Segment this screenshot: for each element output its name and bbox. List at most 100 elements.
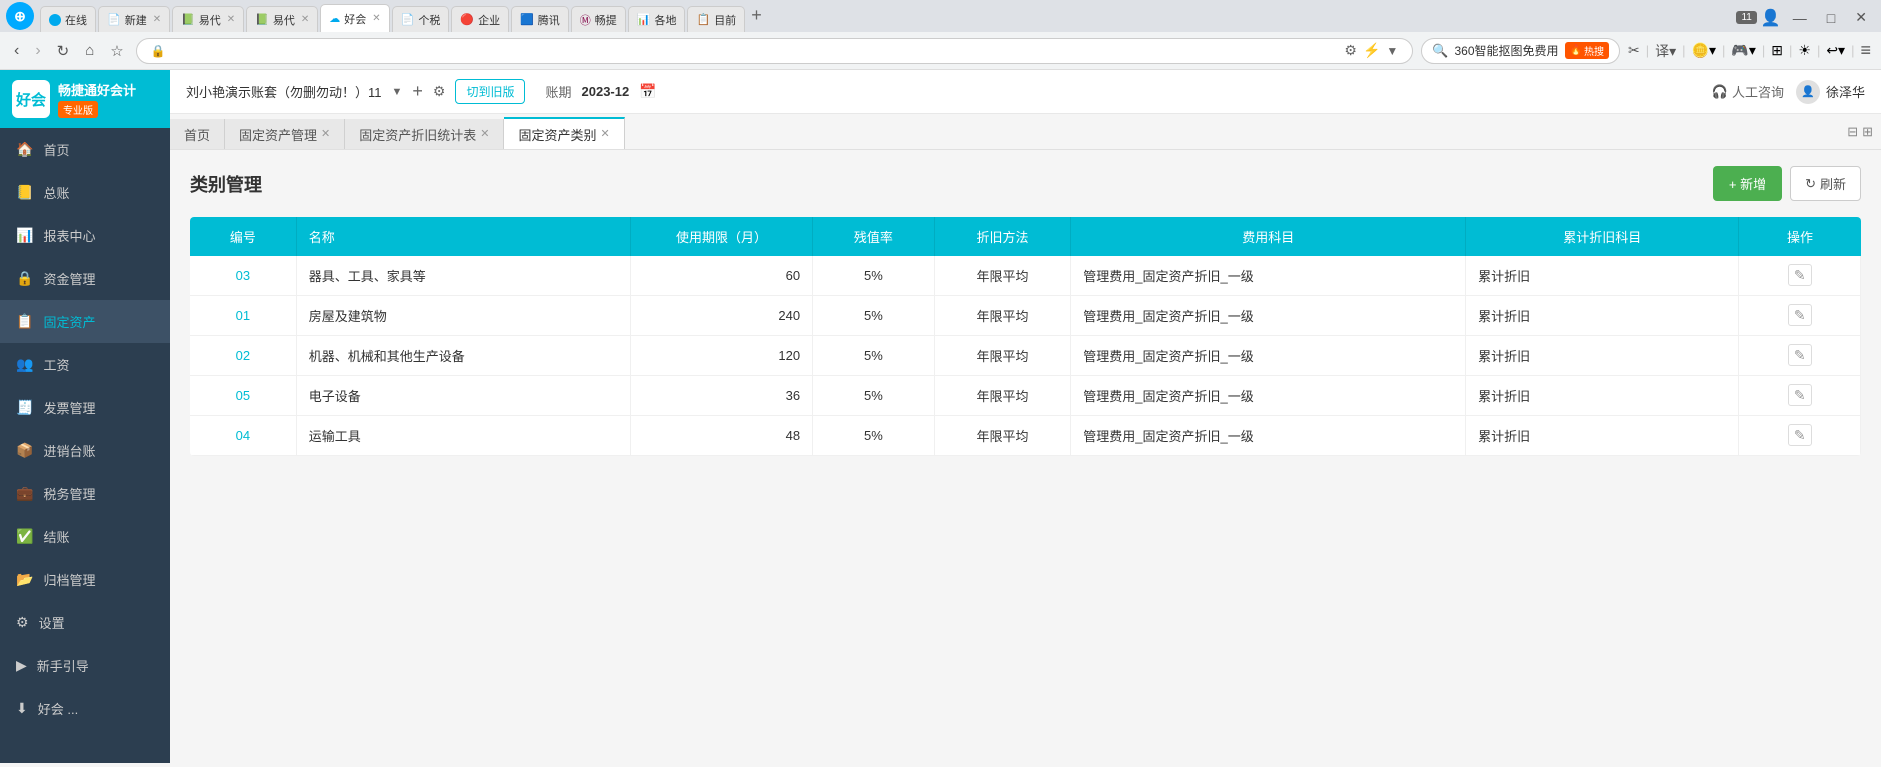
cut-icon[interactable]: ✂ [1628,42,1640,59]
sidebar-label-report: 报表中心 [43,226,95,245]
sidebar-label-fund: 资金管理 [43,269,95,288]
new-tab-button[interactable]: + [747,5,766,26]
period-label: 账期 [545,82,571,101]
settings-gear-button[interactable]: ⚙ [433,83,446,100]
grid-icon[interactable]: ⊞ [1771,42,1783,59]
sidebar-item-report[interactable]: 📊 报表中心 [0,214,170,257]
cell-method-1: 年限平均 [934,296,1071,336]
brightness-icon[interactable]: ☀ [1798,42,1811,59]
boost-icon[interactable]: ⚡ [1363,42,1380,59]
switch-version-button[interactable]: 切到旧版 [455,79,525,104]
close-button[interactable]: ✕ [1847,7,1875,28]
maximize-button[interactable]: □ [1819,8,1843,28]
cell-period-3: 36 [630,376,812,416]
archive-icon: 📂 [16,571,33,588]
add-button[interactable]: + 新增 [1713,166,1782,201]
translate-btn[interactable]: 译▾ [1655,41,1676,61]
fixed-icon: 📋 [16,313,33,330]
tab-qiye[interactable]: 🔴 企业 [451,6,509,32]
refresh-button[interactable]: ↻ 刷新 [1790,166,1861,201]
tab-gedi[interactable]: 📊 各地 [628,6,686,32]
url-input[interactable]: https://cloud.chanjet.com/accounting/uw1… [172,44,1339,58]
sidebar-item-settings[interactable]: ⚙ 设置 [0,601,170,644]
page-tab-fixed-mgmt[interactable]: 固定资产管理 ✕ [225,119,345,149]
sidebar-item-salary[interactable]: 👥 工资 [0,343,170,386]
cell-accumulated-4: 累计折旧 [1466,416,1739,456]
tab-zaixian[interactable]: 在线 [40,6,96,32]
cell-code-2: 02 [190,336,296,376]
sidebar-item-invoice[interactable]: 🧾 发票管理 [0,386,170,429]
sidebar-label-salary: 工资 [43,355,69,374]
close-category-tab[interactable]: ✕ [601,129,610,140]
add-company-button[interactable]: + [412,81,423,102]
sidebar-item-ledger[interactable]: 📒 总账 [0,171,170,214]
undo-icon[interactable]: ↩▾ [1826,42,1845,59]
sidebar-item-tax[interactable]: 💼 税务管理 [0,472,170,515]
tab-new[interactable]: 📄 新建 ✕ [98,6,170,32]
tab-tengxun[interactable]: 🟦 腾讯 [511,6,569,32]
page-tab-category[interactable]: 固定资产类别 ✕ [504,117,624,149]
home-button[interactable]: ⌂ [81,38,98,63]
calendar-icon[interactable]: 📅 [639,83,656,100]
cell-accumulated-2: 累计折旧 [1466,336,1739,376]
sidebar-item-guide[interactable]: ▶ 新手引导 [0,644,170,687]
sidebar-item-fixed[interactable]: 📋 固定资产 [0,300,170,343]
salary-icon: 👥 [16,356,33,373]
forward-button[interactable]: › [31,38,44,64]
page-tab-home[interactable]: 首页 [170,119,225,149]
sidebar-item-home[interactable]: 🏠 首页 [0,128,170,171]
edit-icon-4[interactable]: ✎ [1788,424,1812,446]
dropdown-icon[interactable]: ▼ [392,86,403,98]
cell-action-1: ✎ [1739,296,1861,336]
settle-icon: ✅ [16,528,33,545]
cell-action-2: ✎ [1739,336,1861,376]
cell-method-2: 年限平均 [934,336,1071,376]
minimize-button[interactable]: — [1785,8,1815,28]
cell-name-0: 器具、工具、家具等 [296,256,630,296]
cell-residual-2: 5% [813,336,934,376]
bookmark-button[interactable]: ☆ [106,38,127,64]
user-info[interactable]: 👤 徐泽华 [1796,80,1865,104]
sidebar-item-archive[interactable]: 📂 归档管理 [0,558,170,601]
sidebar-item-stock[interactable]: 📦 进销台账 [0,429,170,472]
tab-muqian[interactable]: 📋 目前 [687,6,745,32]
edit-icon-2[interactable]: ✎ [1788,344,1812,366]
col-name: 名称 [296,217,630,256]
dropdown-arrow-icon[interactable]: ▼ [1386,44,1398,58]
page-tab-category-label: 固定资产类别 [518,125,596,144]
site-menu-icon[interactable]: ⚙ [1344,42,1357,59]
coin-icon[interactable]: 🪙▾ [1692,42,1716,59]
close-fixed-mgmt-tab[interactable]: ✕ [321,129,330,140]
sidebar-item-more[interactable]: ⬇ 好会 ... [0,687,170,730]
restore-window-button[interactable]: ⊟ [1847,124,1858,140]
tab-changtui[interactable]: Ⓜ 畅提 [571,6,626,32]
table-row: 04 运输工具 48 5% 年限平均 管理费用_固定资产折旧_一级 累计折旧 ✎ [190,416,1861,456]
tab-haohui[interactable]: ☁ 好会 ✕ [320,4,389,32]
close-depreciation-tab[interactable]: ✕ [480,129,489,140]
table-header-row: 编号 名称 使用期限（月） 残值率 折旧方法 费用科目 累计折旧科目 操作 [190,217,1861,256]
profile-icon[interactable]: 👤 [1761,8,1781,28]
cell-residual-1: 5% [813,296,934,336]
edit-icon-0[interactable]: ✎ [1788,264,1812,286]
cell-code-1: 01 [190,296,296,336]
logo-sub: 专业版 [58,101,98,118]
page-tab-depreciation[interactable]: 固定资产折旧统计表 ✕ [345,119,504,149]
back-button[interactable]: ‹ [10,38,23,64]
tab-yidai-1[interactable]: 📗 易代 ✕ [172,6,244,32]
edit-icon-3[interactable]: ✎ [1788,384,1812,406]
cell-expense-1: 管理费用_固定资产折旧_一级 [1071,296,1466,336]
edit-icon-1[interactable]: ✎ [1788,304,1812,326]
game-icon[interactable]: 🎮▾ [1731,42,1755,59]
search-box[interactable]: 🔍 360智能抠图免费用 🔥 热搜 [1421,38,1620,64]
tab-yidai-2[interactable]: 📗 易代 ✕ [246,6,318,32]
sidebar-item-fund[interactable]: 🔒 资金管理 [0,257,170,300]
menu-button[interactable]: ≡ [1860,40,1871,61]
tab-geshui[interactable]: 📄 个税 [392,6,450,32]
expand-window-button[interactable]: ⊞ [1862,124,1873,140]
support-btn[interactable]: 🎧 人工咨询 [1712,82,1784,101]
sidebar-item-settle[interactable]: ✅ 结账 [0,515,170,558]
table-row: 05 电子设备 36 5% 年限平均 管理费用_固定资产折旧_一级 累计折旧 ✎ [190,376,1861,416]
address-bar[interactable]: 🔒 https://cloud.chanjet.com/accounting/u… [136,38,1414,64]
cell-expense-4: 管理费用_固定资产折旧_一级 [1071,416,1466,456]
reload-button[interactable]: ↻ [53,38,74,64]
